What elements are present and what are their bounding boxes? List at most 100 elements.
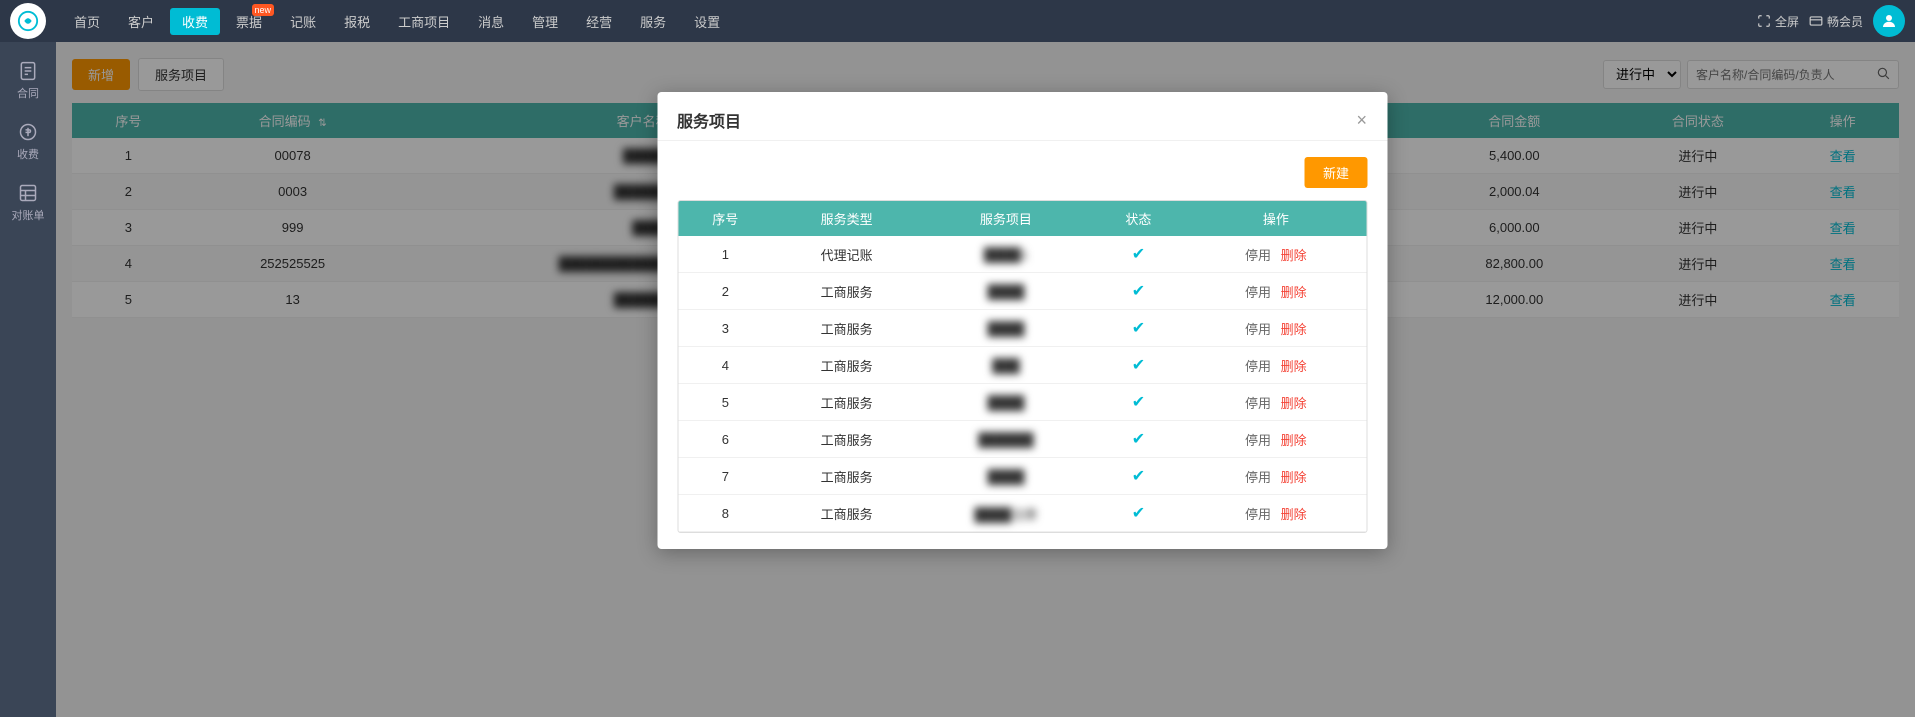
sidebar-item-statement[interactable]: 对账单	[3, 174, 53, 231]
status-active-icon: ✔	[1132, 394, 1145, 411]
disable-button[interactable]: 停用	[1245, 470, 1271, 485]
modal-cell-status: ✔	[1091, 236, 1186, 273]
sidebar-item-contract[interactable]: 合同	[3, 52, 53, 109]
modal-cell-type: 工商服务	[773, 347, 921, 384]
modal-col-action: 操作	[1186, 201, 1366, 236]
modal-toolbar: 新建	[677, 157, 1367, 188]
modal-cell-item: ███	[921, 347, 1091, 384]
modal-cell-actions: 停用 删除	[1186, 273, 1366, 310]
left-sidebar: 合同 收费 对账单	[0, 42, 56, 717]
nav-invoice[interactable]: 票据 new	[224, 8, 274, 35]
delete-button[interactable]: 删除	[1281, 322, 1307, 337]
modal-cell-status: ✔	[1091, 347, 1186, 384]
delete-button[interactable]: 删除	[1281, 507, 1307, 522]
modal-cell-item: ████	[921, 458, 1091, 495]
modal-cell-status: ✔	[1091, 495, 1186, 532]
modal-table-row: 4 工商服务 ███ ✔ 停用 删除	[678, 347, 1366, 384]
member-label: 畅会员	[1827, 13, 1863, 30]
disable-button[interactable]: 停用	[1245, 359, 1271, 374]
disable-button[interactable]: 停用	[1245, 285, 1271, 300]
modal-cell-type: 工商服务	[773, 310, 921, 347]
disable-button[interactable]: 停用	[1245, 248, 1271, 263]
modal-table-row: 7 工商服务 ████ ✔ 停用 删除	[678, 458, 1366, 495]
modal-table-row: 2 工商服务 ████ ✔ 停用 删除	[678, 273, 1366, 310]
sidebar-label-billing: 收费	[17, 146, 39, 162]
modal-table-row: 8 工商服务 ████注册 ✔ 停用 删除	[678, 495, 1366, 532]
modal-cell-seq: 1	[678, 236, 773, 273]
modal-col-type: 服务类型	[773, 201, 921, 236]
delete-button[interactable]: 删除	[1281, 248, 1307, 263]
status-active-icon: ✔	[1132, 357, 1145, 374]
sidebar-label-contract: 合同	[17, 85, 39, 101]
status-active-icon: ✔	[1132, 468, 1145, 485]
modal-cell-item: ████	[921, 384, 1091, 421]
status-active-icon: ✔	[1132, 246, 1145, 263]
modal-cell-status: ✔	[1091, 421, 1186, 458]
delete-button[interactable]: 删除	[1281, 285, 1307, 300]
modal-cell-actions: 停用 删除	[1186, 458, 1366, 495]
modal-cell-status: ✔	[1091, 273, 1186, 310]
modal-cell-actions: 停用 删除	[1186, 347, 1366, 384]
fullscreen-button[interactable]: 全屏	[1757, 13, 1799, 30]
modal-cell-item: ██████	[921, 421, 1091, 458]
nav-home[interactable]: 首页	[62, 8, 112, 35]
service-items-table: 序号 服务类型 服务项目 状态 操作 1 代理记账 ████1 ✔	[678, 201, 1366, 532]
avatar[interactable]	[1873, 5, 1905, 37]
modal-cell-type: 工商服务	[773, 273, 921, 310]
modal-table-row: 6 工商服务 ██████ ✔ 停用 删除	[678, 421, 1366, 458]
delete-button[interactable]: 删除	[1281, 396, 1307, 411]
modal-table-row: 1 代理记账 ████1 ✔ 停用 删除	[678, 236, 1366, 273]
nav-messages[interactable]: 消息	[466, 8, 516, 35]
contract-icon	[17, 60, 39, 82]
nav-customer[interactable]: 客户	[116, 8, 166, 35]
status-active-icon: ✔	[1132, 505, 1145, 522]
nav-service[interactable]: 服务	[628, 8, 678, 35]
modal-cell-item: ████	[921, 310, 1091, 347]
modal-cell-seq: 3	[678, 310, 773, 347]
delete-button[interactable]: 删除	[1281, 433, 1307, 448]
new-badge: new	[252, 4, 275, 16]
modal-cell-status: ✔	[1091, 310, 1186, 347]
status-active-icon: ✔	[1132, 283, 1145, 300]
sidebar-item-billing[interactable]: 收费	[3, 113, 53, 170]
modal-close-button[interactable]: ×	[1356, 111, 1367, 129]
nav-billing[interactable]: 收费	[170, 8, 220, 35]
modal-header: 服务项目 ×	[657, 92, 1387, 141]
modal-cell-type: 工商服务	[773, 384, 921, 421]
modal-cell-actions: 停用 删除	[1186, 236, 1366, 273]
modal-cell-type: 工商服务	[773, 458, 921, 495]
modal-cell-actions: 停用 删除	[1186, 310, 1366, 347]
modal-table-row: 5 工商服务 ████ ✔ 停用 删除	[678, 384, 1366, 421]
nav-operations[interactable]: 经营	[574, 8, 624, 35]
nav-settings[interactable]: 设置	[682, 8, 732, 35]
modal-cell-actions: 停用 删除	[1186, 384, 1366, 421]
status-active-icon: ✔	[1132, 320, 1145, 337]
modal-cell-seq: 5	[678, 384, 773, 421]
modal-table-wrap[interactable]: 序号 服务类型 服务项目 状态 操作 1 代理记账 ████1 ✔	[677, 200, 1367, 533]
delete-button[interactable]: 删除	[1281, 470, 1307, 485]
disable-button[interactable]: 停用	[1245, 396, 1271, 411]
delete-button[interactable]: 删除	[1281, 359, 1307, 374]
modal-table-row: 3 工商服务 ████ ✔ 停用 删除	[678, 310, 1366, 347]
sidebar-label-statement: 对账单	[12, 207, 45, 223]
nav-business[interactable]: 工商项目	[386, 8, 462, 35]
disable-button[interactable]: 停用	[1245, 507, 1271, 522]
modal-col-item: 服务项目	[921, 201, 1091, 236]
modal-cell-seq: 8	[678, 495, 773, 532]
modal-cell-type: 代理记账	[773, 236, 921, 273]
modal-col-status: 状态	[1091, 201, 1186, 236]
nav-bookkeeping[interactable]: 记账	[278, 8, 328, 35]
disable-button[interactable]: 停用	[1245, 433, 1271, 448]
nav-items: 首页 客户 收费 票据 new 记账 报税 工商项目 消息 管理 经营 服务 设…	[62, 8, 1757, 35]
modal-cell-seq: 6	[678, 421, 773, 458]
modal-cell-actions: 停用 删除	[1186, 495, 1366, 532]
nav-tax[interactable]: 报税	[332, 8, 382, 35]
modal-cell-type: 工商服务	[773, 495, 921, 532]
member-button[interactable]: 畅会员	[1809, 13, 1863, 30]
app-logo	[10, 3, 46, 39]
modal-title: 服务项目	[677, 108, 741, 132]
nav-management[interactable]: 管理	[520, 8, 570, 35]
disable-button[interactable]: 停用	[1245, 322, 1271, 337]
modal-col-seq: 序号	[678, 201, 773, 236]
new-service-button[interactable]: 新建	[1305, 157, 1367, 188]
